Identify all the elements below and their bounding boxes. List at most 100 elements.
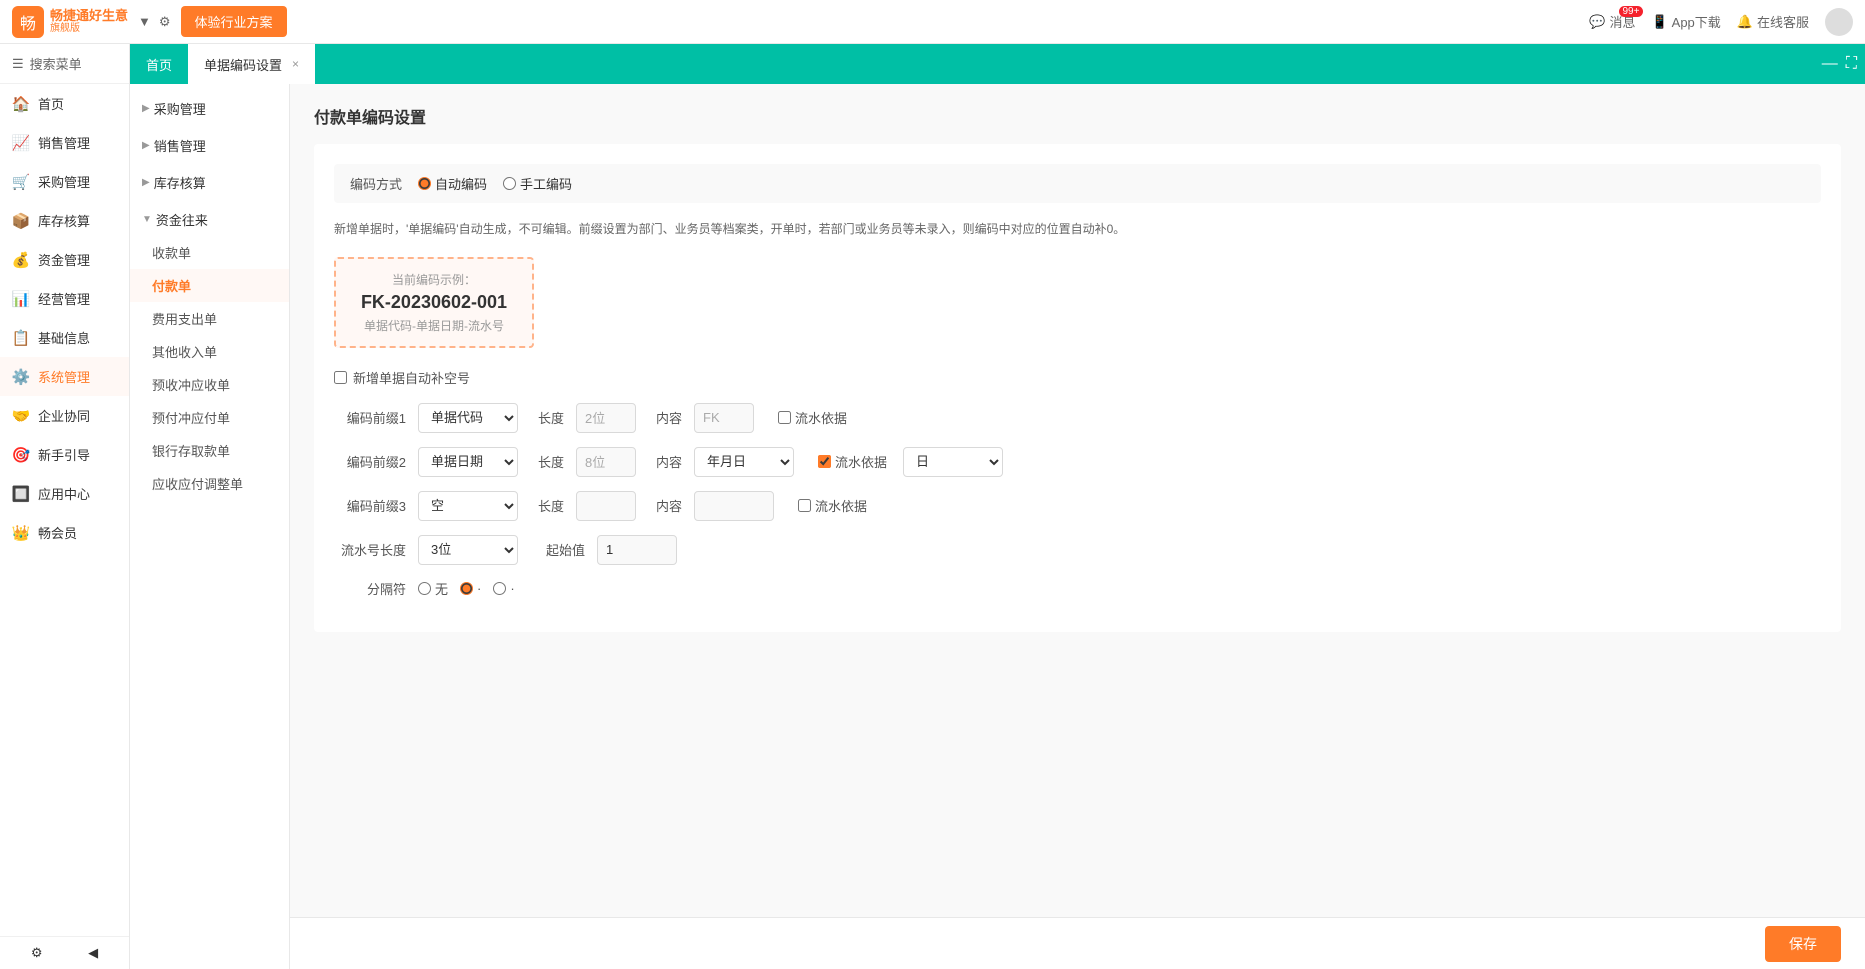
- sub-header-sales-label: 销售管理: [154, 136, 206, 155]
- settings-icon[interactable]: ⚙: [159, 14, 171, 30]
- sub-header-purchase-label: 采购管理: [154, 99, 206, 118]
- auto-fill-checkbox[interactable]: [334, 371, 347, 384]
- sub-item-pre-receivable[interactable]: 预收冲应收单: [130, 368, 289, 401]
- sidebar-item-system[interactable]: ⚙️ 系统管理: [0, 357, 129, 396]
- prefix2-select[interactable]: 单据日期: [418, 447, 518, 477]
- length3-input[interactable]: [576, 491, 636, 521]
- sidebar-item-purchase[interactable]: 🛒 采购管理: [0, 162, 129, 201]
- manual-code-option[interactable]: 手工编码: [503, 174, 572, 193]
- online-service-item[interactable]: 🔔 在线客服: [1737, 12, 1809, 31]
- sidebar-item-finance[interactable]: 💰 资金管理: [0, 240, 129, 279]
- collapse-icon[interactable]: ◀: [88, 945, 98, 961]
- logo-sub: 旗舰版: [50, 23, 128, 35]
- sep-dot-option[interactable]: ·: [493, 581, 514, 596]
- tab-maximize-icon[interactable]: ⛶: [1846, 55, 1857, 73]
- content3-input[interactable]: [694, 491, 774, 521]
- start-value-label: 起始值: [546, 540, 585, 559]
- apps-icon: 🔲: [12, 485, 30, 503]
- tab-coding-settings[interactable]: 单据编码设置 ×: [188, 44, 315, 84]
- stream1-check: 流水依据: [778, 408, 847, 427]
- inner-layout: ▶ 采购管理 ▶ 销售管理 ▶ 库存核算: [130, 84, 1865, 969]
- length1-input: [576, 403, 636, 433]
- sidebar-item-basic[interactable]: 📋 基础信息: [0, 318, 129, 357]
- sub-header-purchase[interactable]: ▶ 采购管理: [130, 92, 289, 125]
- auto-code-option[interactable]: 自动编码: [418, 174, 487, 193]
- prefix2-label: 编码前缀2: [334, 452, 406, 471]
- inventory-icon: 📦: [12, 212, 30, 230]
- sep-none-option[interactable]: 无: [418, 579, 448, 598]
- stream1-checkbox[interactable]: [778, 411, 791, 424]
- download-icon: 📱: [1651, 14, 1667, 30]
- home-icon: 🏠: [12, 95, 30, 113]
- sidebar-label-finance: 资金管理: [38, 250, 90, 269]
- search-menu[interactable]: ☰ 搜索菜单: [0, 44, 129, 84]
- topbar-nav: ▼ ⚙: [138, 14, 171, 30]
- sidebar-item-collab[interactable]: 🤝 企业协同: [0, 396, 129, 435]
- stream3-checkbox[interactable]: [798, 499, 811, 512]
- coding-method-label: 编码方式: [350, 174, 402, 193]
- length1-label: 长度: [538, 408, 564, 427]
- prefix3-select[interactable]: 空: [418, 491, 518, 521]
- sep-none-label: 无: [435, 579, 448, 598]
- nav-dropdown-arrow[interactable]: ▼: [138, 14, 151, 29]
- sub-header-sales[interactable]: ▶ 销售管理: [130, 129, 289, 162]
- tab-home[interactable]: 首页: [130, 44, 188, 84]
- stream2-unit-select[interactable]: 日: [903, 447, 1003, 477]
- sep-dash-radio[interactable]: [460, 582, 473, 595]
- length2-input: [576, 447, 636, 477]
- sidebar-item-management[interactable]: 📊 经营管理: [0, 279, 129, 318]
- settings-bottom-icon[interactable]: ⚙: [31, 945, 43, 961]
- serial-row: 流水号长度 3位 起始值: [334, 535, 1821, 565]
- sub-item-receipt[interactable]: 收款单: [130, 236, 289, 269]
- sidebar-item-apps[interactable]: 🔲 应用中心: [0, 474, 129, 513]
- manual-code-radio[interactable]: [503, 177, 516, 190]
- start-value-input[interactable]: [597, 535, 677, 565]
- sub-item-adjustment[interactable]: 应收应付调整单: [130, 467, 289, 500]
- sub-item-expense[interactable]: 费用支出单: [130, 302, 289, 335]
- search-menu-label: 搜索菜单: [30, 54, 82, 73]
- save-button[interactable]: 保存: [1765, 926, 1841, 962]
- messages-item[interactable]: 💬 消息 99+: [1589, 12, 1635, 31]
- serial-length-select[interactable]: 3位: [418, 535, 518, 565]
- app-download-item[interactable]: 📱 App下载: [1651, 12, 1720, 31]
- user-avatar[interactable]: [1825, 8, 1853, 36]
- sub-group-inventory: ▶ 库存核算: [130, 166, 289, 199]
- content-area: 首页 单据编码设置 × — ⛶ ▶ 采购管理: [130, 44, 1865, 969]
- auto-code-radio[interactable]: [418, 177, 431, 190]
- sub-group-purchase: ▶ 采购管理: [130, 92, 289, 125]
- finance-icon: 💰: [12, 251, 30, 269]
- experience-button[interactable]: 体验行业方案: [181, 6, 287, 37]
- sidebar-label-system: 系统管理: [38, 367, 90, 386]
- prefix1-select[interactable]: 单据代码: [418, 403, 518, 433]
- stream3-label: 流水依据: [815, 496, 867, 515]
- sidebar-item-home[interactable]: 🏠 首页: [0, 84, 129, 123]
- sep-dash-option[interactable]: ·: [460, 581, 481, 596]
- messages-badge: 99+: [1619, 6, 1644, 17]
- sub-header-funds[interactable]: ▼ 资金往来: [130, 203, 289, 236]
- sidebar-label-basic: 基础信息: [38, 328, 90, 347]
- sub-item-pre-payable[interactable]: 预付冲应付单: [130, 401, 289, 434]
- sidebar-label-inventory: 库存核算: [38, 211, 90, 230]
- arrow-inventory: ▶: [142, 177, 150, 188]
- sub-header-inventory[interactable]: ▶ 库存核算: [130, 166, 289, 199]
- sub-item-payment[interactable]: 付款单: [130, 269, 289, 302]
- sidebar-item-sales[interactable]: 📈 销售管理: [0, 123, 129, 162]
- arrow-purchase: ▶: [142, 103, 150, 114]
- sidebar-label-home: 首页: [38, 94, 64, 113]
- separator-row: 分隔符 无 · ·: [334, 579, 1821, 598]
- sidebar-item-member[interactable]: 👑 畅会员: [0, 513, 129, 552]
- sep-dot-radio[interactable]: [493, 582, 506, 595]
- stream1-label: 流水依据: [795, 408, 847, 427]
- sidebar-item-inventory[interactable]: 📦 库存核算: [0, 201, 129, 240]
- content2-label: 内容: [656, 452, 682, 471]
- tab-minimize-icon[interactable]: —: [1822, 55, 1838, 73]
- prefix2-row: 编码前缀2 单据日期 长度 内容 年月日: [334, 447, 1821, 477]
- sep-none-radio[interactable]: [418, 582, 431, 595]
- stream2-checkbox[interactable]: [818, 455, 831, 468]
- sub-item-bank[interactable]: 银行存取款单: [130, 434, 289, 467]
- sidebar-item-guide[interactable]: 🎯 新手引导: [0, 435, 129, 474]
- content2-select[interactable]: 年月日: [694, 447, 794, 477]
- sub-item-other-income[interactable]: 其他收入单: [130, 335, 289, 368]
- stream3-check: 流水依据: [798, 496, 867, 515]
- tab-close-icon[interactable]: ×: [292, 57, 299, 71]
